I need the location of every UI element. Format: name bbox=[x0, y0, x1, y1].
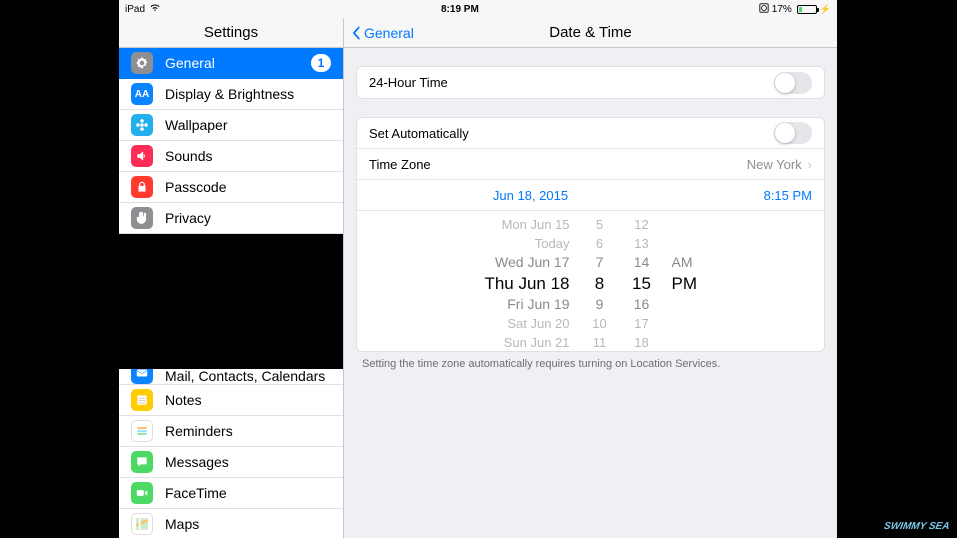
sidebar-item-display-brightness[interactable]: AA Display & Brightness bbox=[119, 79, 343, 110]
notes-icon bbox=[131, 389, 153, 411]
picker-item[interactable]: Sat Jun 20 bbox=[507, 314, 569, 333]
cell-date-time-display[interactable]: Jun 18, 2015 8:15 PM bbox=[357, 180, 824, 211]
picker-item[interactable]: Thu Jun 18 bbox=[484, 272, 569, 295]
cell-24-hour-time: 24-Hour Time bbox=[357, 67, 824, 98]
picker-col-min[interactable]: 12131415161718 bbox=[630, 215, 654, 351]
picker-col-hr[interactable]: 567891011 bbox=[588, 215, 612, 351]
picker-item[interactable]: Mon Jun 15 bbox=[502, 215, 570, 234]
sidebar-item-facetime[interactable]: FaceTime bbox=[119, 478, 343, 509]
sidebar-item-label: General bbox=[165, 55, 299, 71]
picker-item[interactable]: 14 bbox=[634, 253, 650, 272]
sidebar-item-label: Display & Brightness bbox=[165, 86, 331, 102]
sidebar-item-label: Messages bbox=[165, 454, 331, 470]
sidebar-item-label: FaceTime bbox=[165, 485, 331, 501]
battery-icon bbox=[797, 5, 817, 14]
picker-item[interactable]: 5 bbox=[596, 215, 603, 234]
picker-item[interactable]: 8 bbox=[595, 272, 604, 295]
AA-icon: AA bbox=[131, 83, 153, 105]
mail-icon bbox=[131, 369, 153, 384]
switch-24-hour[interactable] bbox=[774, 72, 812, 94]
picker-item[interactable]: 10 bbox=[592, 314, 606, 333]
label-set-auto: Set Automatically bbox=[369, 126, 774, 141]
picker-item[interactable]: 12 bbox=[634, 215, 648, 234]
status-bar: iPad 8:19 PM 17% ⚡ bbox=[119, 0, 837, 18]
detail-title: Date & Time bbox=[549, 24, 632, 41]
cell-time-zone[interactable]: Time Zone New York › bbox=[357, 149, 824, 180]
picker-item[interactable]: Today bbox=[535, 234, 570, 253]
sidebar-item-messages[interactable]: Messages bbox=[119, 447, 343, 478]
sidebar-item-sounds[interactable]: Sounds bbox=[119, 141, 343, 172]
status-time: 8:19 PM bbox=[161, 4, 759, 15]
footnote: Setting the time zone automatically requ… bbox=[344, 352, 837, 376]
sidebar-item-label: Sounds bbox=[165, 148, 331, 164]
picker-item[interactable]: 16 bbox=[634, 295, 650, 314]
picker-item[interactable]: 6 bbox=[596, 234, 603, 253]
picker-item[interactable]: Fri Jun 19 bbox=[507, 295, 569, 314]
switch-set-auto[interactable] bbox=[774, 122, 812, 144]
picker-item[interactable]: 13 bbox=[634, 234, 648, 253]
picker-item[interactable]: 7 bbox=[596, 253, 604, 272]
badge: 1 bbox=[311, 54, 331, 72]
sidebar-item-label: Wallpaper bbox=[165, 117, 331, 133]
reminders-icon bbox=[131, 420, 153, 442]
sidebar-item-privacy[interactable]: Privacy bbox=[119, 203, 343, 234]
video-icon bbox=[131, 482, 153, 504]
sidebar-item-label: Reminders bbox=[165, 423, 331, 439]
value-time-zone: New York bbox=[747, 157, 802, 172]
sidebar-item-mail-contacts-calendars[interactable]: Mail, Contacts, Calendars bbox=[119, 369, 343, 385]
picker-item[interactable]: Wed Jun 17 bbox=[495, 253, 569, 272]
sidebar-item-label: Notes bbox=[165, 392, 331, 408]
sidebar-item-reminders[interactable]: Reminders bbox=[119, 416, 343, 447]
picker-item[interactable]: PM bbox=[672, 272, 698, 295]
picker-item[interactable]: 9 bbox=[596, 295, 604, 314]
maps-icon bbox=[131, 513, 153, 535]
lock-icon bbox=[131, 176, 153, 198]
hand-icon bbox=[131, 207, 153, 229]
sidebar-item-label: Privacy bbox=[165, 210, 331, 226]
sidebar-item-maps[interactable]: Maps bbox=[119, 509, 343, 538]
rotation-lock-icon bbox=[759, 3, 769, 16]
picker-item[interactable]: 18 bbox=[634, 333, 648, 351]
back-button[interactable]: General bbox=[350, 25, 414, 41]
sidebar-item-passcode[interactable]: Passcode bbox=[119, 172, 343, 203]
picker-item[interactable]: 17 bbox=[634, 314, 648, 333]
picker-col-date[interactable]: Mon Jun 15TodayWed Jun 17Thu Jun 18Fri J… bbox=[480, 215, 570, 351]
device-label: iPad bbox=[125, 4, 145, 15]
sidebar-item-label: Passcode bbox=[165, 179, 331, 195]
charging-icon: ⚡ bbox=[820, 4, 831, 15]
label-24-hour: 24-Hour Time bbox=[369, 75, 774, 90]
sidebar-item-general[interactable]: General 1 bbox=[119, 48, 343, 79]
bubble-icon bbox=[131, 451, 153, 473]
sidebar-item-label: Maps bbox=[165, 516, 331, 532]
sound-icon bbox=[131, 145, 153, 167]
flower-icon bbox=[131, 114, 153, 136]
selected-time: 8:15 PM bbox=[692, 188, 812, 203]
sidebar-title: Settings bbox=[119, 18, 343, 48]
detail-pane: General Date & Time 24-Hour Time Set Aut… bbox=[344, 18, 837, 538]
label-time-zone: Time Zone bbox=[369, 157, 747, 172]
battery-percent: 17% bbox=[772, 4, 792, 15]
sidebar-gap bbox=[119, 234, 343, 369]
sidebar-item-notes[interactable]: Notes bbox=[119, 385, 343, 416]
sidebar-item-wallpaper[interactable]: Wallpaper bbox=[119, 110, 343, 141]
cell-set-automatically: Set Automatically bbox=[357, 118, 824, 149]
picker-item[interactable]: AM bbox=[672, 253, 693, 272]
ipad-screen: iPad 8:19 PM 17% ⚡ Settings General 1 AA Di… bbox=[119, 0, 837, 538]
selected-date: Jun 18, 2015 bbox=[369, 188, 692, 203]
picker-item[interactable]: Sun Jun 21 bbox=[504, 333, 570, 351]
watermark: SWIMMY SEA bbox=[883, 521, 950, 532]
settings-sidebar: Settings General 1 AA Display & Brightness W… bbox=[119, 18, 344, 538]
picker-col-ampm[interactable]: AMPM bbox=[672, 253, 702, 351]
chevron-right-icon: › bbox=[808, 157, 812, 172]
wifi-icon bbox=[149, 3, 161, 15]
back-label: General bbox=[364, 25, 414, 41]
detail-header: General Date & Time bbox=[344, 18, 837, 48]
gear-icon bbox=[131, 52, 153, 74]
picker-item[interactable]: 11 bbox=[593, 333, 607, 351]
sidebar-item-label: Mail, Contacts, Calendars bbox=[165, 369, 331, 384]
datetime-picker[interactable]: Mon Jun 15TodayWed Jun 17Thu Jun 18Fri J… bbox=[357, 211, 824, 351]
picker-item[interactable]: 15 bbox=[632, 272, 651, 295]
